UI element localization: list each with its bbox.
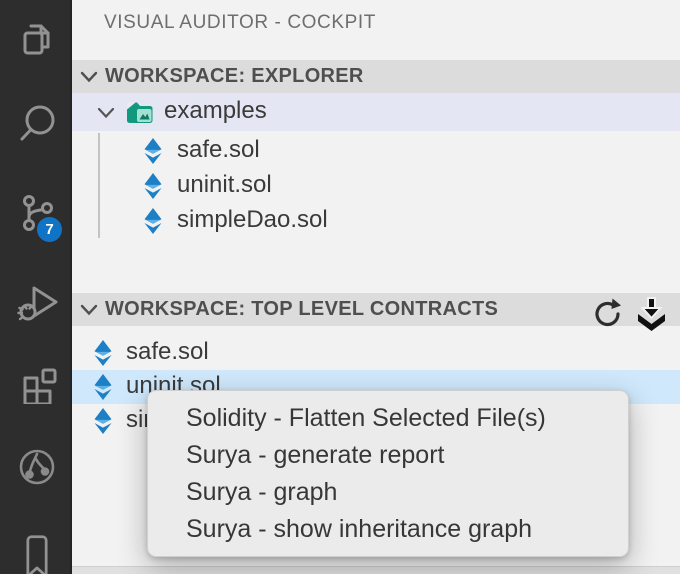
section-header-explorer[interactable]: WORKSPACE: EXPLORER	[72, 60, 680, 93]
file-label: safe.sol	[126, 338, 209, 365]
section-header-label: WORKSPACE: TOP LEVEL CONTRACTS	[105, 298, 499, 320]
source-control-badge: 7	[37, 217, 62, 242]
chevron-down-icon	[80, 304, 98, 316]
tree-item-file[interactable]: safe.sol	[72, 133, 680, 168]
context-menu: Solidity - Flatten Selected File(s) Sury…	[147, 390, 629, 557]
activity-bar: 7	[0, 0, 72, 574]
ethereum-file-icon	[144, 207, 162, 234]
ethereum-file-icon	[144, 172, 162, 199]
file-label: safe.sol	[177, 136, 260, 163]
section-header-top-level-contracts[interactable]: WORKSPACE: TOP LEVEL CONTRACTS	[72, 293, 680, 326]
ethereum-file-icon	[94, 408, 112, 434]
bottom-strip	[72, 566, 680, 574]
file-label: uninit.sol	[177, 171, 272, 198]
section-header-label: WORKSPACE: EXPLORER	[105, 65, 364, 87]
ethereum-file-icon	[94, 340, 112, 366]
chevron-down-icon	[97, 107, 115, 118]
explorer-icon[interactable]	[15, 17, 59, 61]
file-label: simpleDao.sol	[177, 206, 328, 233]
contract-item-safe[interactable]: safe.sol	[72, 336, 680, 370]
run-debug-icon[interactable]	[15, 281, 59, 325]
solidity-visual-auditor-icon[interactable]	[15, 445, 59, 489]
menu-item-surya-graph[interactable]: Surya - graph	[148, 474, 628, 511]
vscode-window: 7 VISUAL AUDITOR - COCKPIT WORKSPACE: EX…	[0, 0, 680, 574]
menu-item-solidity-flatten[interactable]: Solidity - Flatten Selected File(s)	[148, 400, 628, 437]
menu-item-surya-inheritance-graph[interactable]: Surya - show inheritance graph	[148, 511, 628, 548]
tree-item-file[interactable]: simpleDao.sol	[72, 203, 680, 238]
folder-label: examples	[164, 97, 267, 124]
refresh-icon[interactable]	[591, 297, 624, 330]
download-report-icon[interactable]	[633, 295, 670, 332]
sidebar-title: VISUAL AUDITOR - COCKPIT	[104, 12, 377, 33]
ethereum-file-icon	[144, 137, 162, 164]
chevron-down-icon	[80, 71, 98, 83]
folder-icon	[127, 102, 153, 123]
menu-item-surya-generate-report[interactable]: Surya - generate report	[148, 437, 628, 474]
tree-item-examples-folder[interactable]: examples	[72, 93, 680, 131]
search-icon[interactable]	[15, 101, 59, 145]
extensions-icon[interactable]	[15, 360, 59, 404]
ethereum-file-icon	[94, 374, 112, 400]
bookmarks-icon[interactable]	[15, 534, 59, 574]
tree-item-file[interactable]: uninit.sol	[72, 168, 680, 203]
